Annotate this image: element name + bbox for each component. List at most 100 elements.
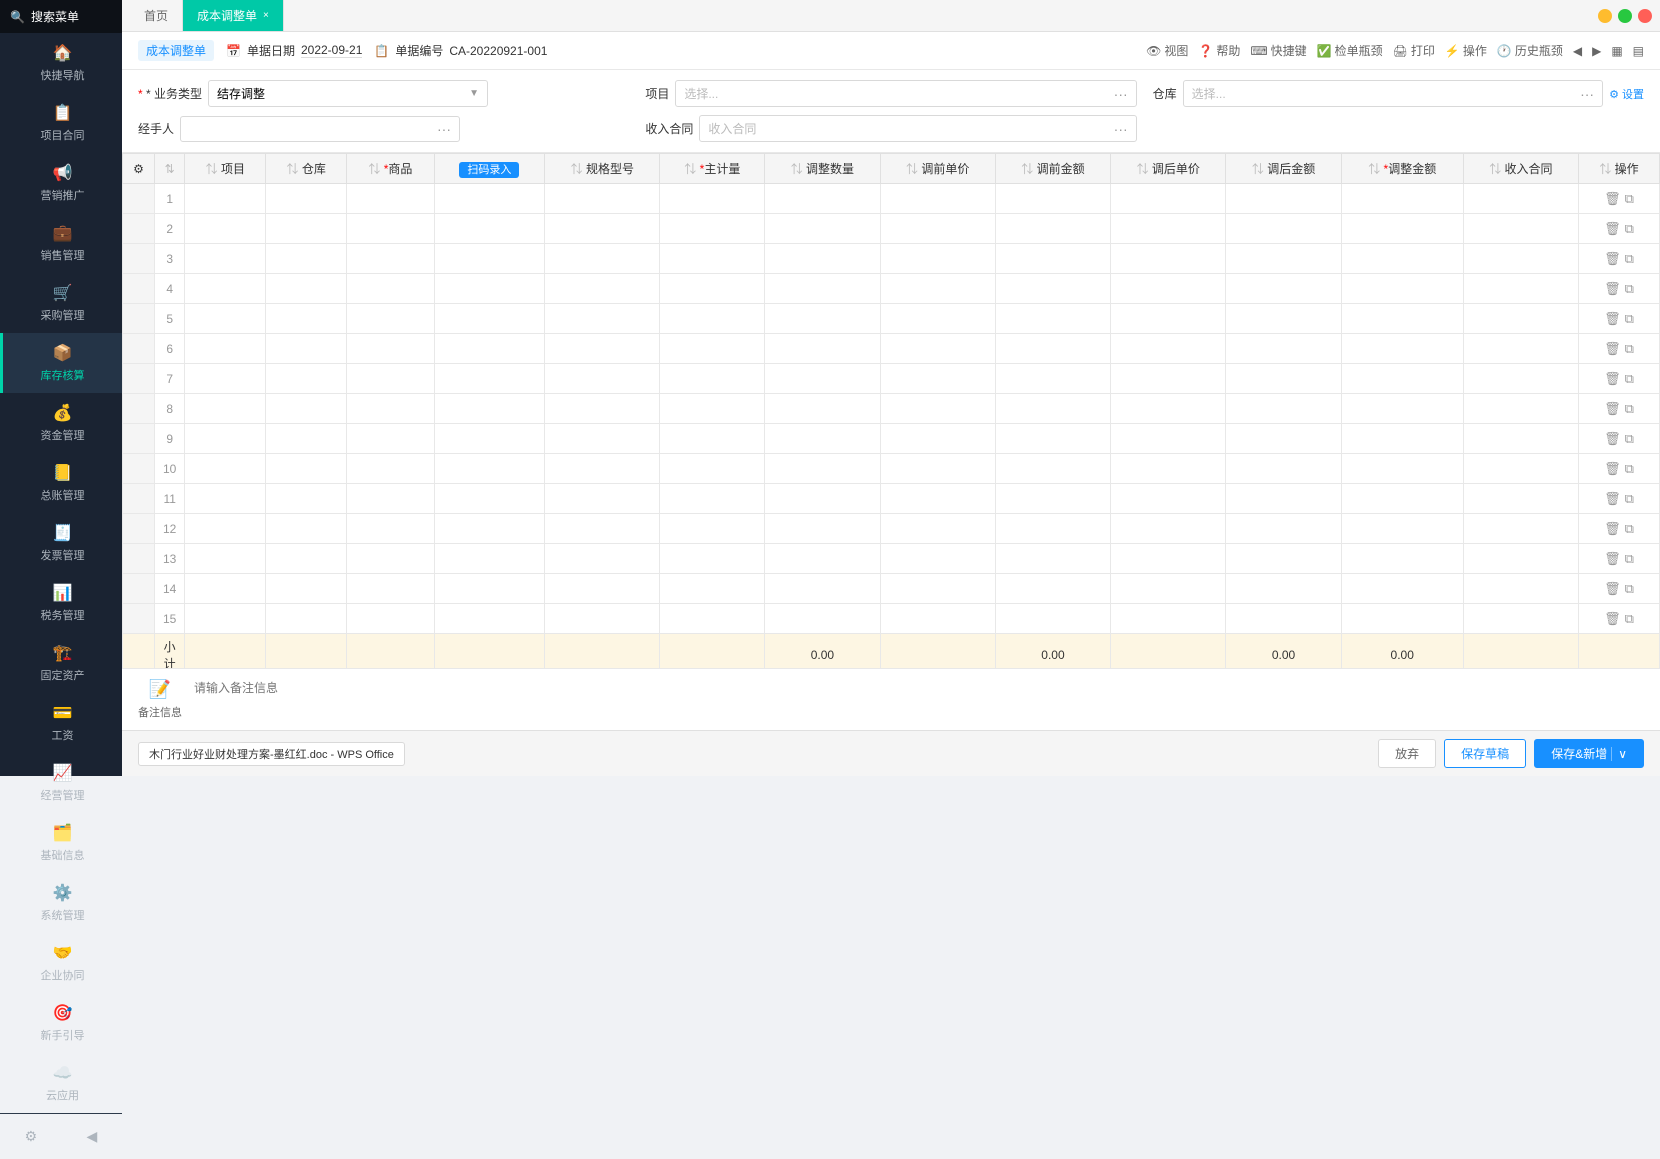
row-copy-icon-13[interactable]: ⧉ [1625,551,1634,567]
sidebar-item-fixed-assets[interactable]: 🏗️ 固定资产 [0,633,122,693]
row-copy-icon-6[interactable]: ⧉ [1625,341,1634,357]
row-delete-icon-10[interactable]: 🗑 [1604,461,1621,477]
col-sort-icon-after-price[interactable]: ⇅ [1137,162,1149,176]
row-copy-icon-14[interactable]: ⧉ [1625,581,1634,597]
row-delete-icon-4[interactable]: 🗑 [1604,281,1621,297]
sidebar-item-sys-settings[interactable]: ⚙️ 系统管理 [0,873,122,933]
row-copy-icon-15[interactable]: ⧉ [1625,611,1634,627]
col-sort-icon-product[interactable]: ⇅ [368,162,380,176]
col-sort-icon-unit[interactable]: ⇅ [684,162,696,176]
sidebar-item-ledger-mgmt[interactable]: 📒 总账管理 [0,453,122,513]
row-delete-icon-12[interactable]: 🗑 [1604,521,1621,537]
sidebar-item-inventory-calc[interactable]: 📦 库存核算 [0,333,122,393]
sidebar-item-new-guide[interactable]: 🎯 新手引导 [0,993,122,1053]
settings-bottom-icon[interactable]: ⚙ [17,1124,46,1149]
sidebar-item-quick-nav[interactable]: 🏠 快捷导航 [0,33,122,93]
col-sort-icon-project[interactable]: ⇅ [206,162,218,176]
row-delete-icon-14[interactable]: 🗑 [1604,581,1621,597]
income-contract-dots-icon[interactable]: ··· [1114,121,1128,137]
row-copy-icon-2[interactable]: ⧉ [1625,221,1634,237]
row-copy-icon-5[interactable]: ⧉ [1625,311,1634,327]
sidebar-item-ops-mgmt[interactable]: 📈 经营管理 [0,753,122,813]
sidebar-item-basic-info[interactable]: 🗂️ 基础信息 [0,813,122,873]
row-copy-icon-1[interactable]: ⧉ [1625,191,1634,207]
row-delete-icon-2[interactable]: 🗑 [1604,221,1621,237]
row-copy-icon-10[interactable]: ⧉ [1625,461,1634,477]
header-action-check-audit[interactable]: ✅检单瓶颈 [1317,42,1383,59]
project-input[interactable]: 选择... ··· [675,80,1136,107]
row-delete-icon-1[interactable]: 🗑 [1604,191,1621,207]
sidebar-item-sales-mgmt[interactable]: 💼 销售管理 [0,213,122,273]
discard-button[interactable]: 放弃 [1378,739,1436,768]
row-copy-icon-7[interactable]: ⧉ [1625,371,1634,387]
row-copy-icon-4[interactable]: ⧉ [1625,281,1634,297]
settings-link[interactable]: ⚙ 设置 [1609,86,1644,102]
col-sort-icon-after-amount[interactable]: ⇅ [1252,162,1264,176]
row-delete-icon-13[interactable]: 🗑 [1604,551,1621,567]
sidebar-search[interactable]: 🔍 搜索菜单 [0,0,122,33]
settings-col-icon[interactable]: ⚙ [133,162,144,176]
header-action-shortcut[interactable]: ⌨快捷键 [1250,42,1306,59]
col-sort-icon-row-num[interactable]: ⇅ [165,162,175,176]
header-action-operations[interactable]: ⚡操作 [1445,42,1487,59]
sidebar-item-project-contract[interactable]: 📋 项目合同 [0,93,122,153]
minimize-button[interactable] [1598,9,1612,23]
sidebar-item-purchase-mgmt[interactable]: 🛒 采购管理 [0,273,122,333]
biz-type-input[interactable]: 结存调整 ▼ [208,80,488,107]
income-contract-input[interactable]: 收入合同 ··· [699,115,1136,142]
col-sort-icon-spec-type[interactable]: ⇅ [571,162,583,176]
tab-cost-adjust[interactable]: 成本调整单× [183,0,284,31]
maximize-button[interactable] [1618,9,1632,23]
row-delete-icon-5[interactable]: 🗑 [1604,311,1621,327]
header-action-help[interactable]: ❓帮助 [1198,42,1240,59]
form-date-value[interactable]: 2022-09-21 [301,43,362,58]
header-action-print[interactable]: 🖨打印 [1393,42,1435,59]
sidebar-item-cloud-app[interactable]: ☁️ 云应用 [0,1053,122,1113]
row-delete-icon-6[interactable]: 🗑 [1604,341,1621,357]
sidebar-item-sales-promotion[interactable]: 📢 营销推广 [0,153,122,213]
sidebar-item-tax-mgmt[interactable]: 📊 税务管理 [0,573,122,633]
row-copy-icon-12[interactable]: ⧉ [1625,521,1634,537]
warehouse-dots-icon[interactable]: ··· [1580,86,1594,102]
row-delete-icon-11[interactable]: 🗑 [1604,491,1621,507]
header-action-grid1[interactable]: ▦ [1611,44,1622,58]
save-draft-button[interactable]: 保存草稿 [1444,739,1526,768]
header-action-view[interactable]: 👁视图 [1146,42,1188,59]
row-delete-icon-8[interactable]: 🗑 [1604,401,1621,417]
sidebar-item-finance-mgmt[interactable]: 💰 资金管理 [0,393,122,453]
taskbar-wps-item[interactable]: 木门行业好业财处理方案-墨红红.doc - WPS Office [138,742,405,766]
col-sort-icon-adjust-qty[interactable]: ⇅ [791,162,803,176]
save-arrow-icon[interactable]: ∨ [1611,747,1627,761]
col-sort-icon-before-amount[interactable]: ⇅ [1021,162,1033,176]
row-copy-icon-8[interactable]: ⧉ [1625,401,1634,417]
sidebar-item-invoice-mgmt[interactable]: 🧾 发票管理 [0,513,122,573]
scan-btn[interactable]: 扫码录入 [459,162,519,178]
header-action-prev[interactable]: ◀ [1573,44,1582,58]
row-delete-icon-7[interactable]: 🗑 [1604,371,1621,387]
row-delete-icon-3[interactable]: 🗑 [1604,251,1621,267]
row-copy-icon-9[interactable]: ⧉ [1625,431,1634,447]
handler-dots-icon[interactable]: ··· [437,121,451,137]
row-delete-icon-9[interactable]: 🗑 [1604,431,1621,447]
row-copy-icon-11[interactable]: ⧉ [1625,491,1634,507]
handler-input[interactable]: ··· [180,116,460,142]
tab-home[interactable]: 首页 [130,0,183,31]
close-button[interactable] [1638,9,1652,23]
header-action-history[interactable]: 🕐历史瓶颈 [1497,42,1563,59]
project-dots-icon[interactable]: ··· [1114,86,1128,102]
sidebar-item-payroll[interactable]: 💳 工资 [0,693,122,753]
toggle-sidebar-icon[interactable]: ◀ [79,1124,106,1149]
col-sort-icon-income-contract[interactable]: ⇅ [1489,162,1501,176]
col-sort-icon-operation[interactable]: ⇅ [1599,162,1611,176]
col-sort-icon-warehouse[interactable]: ⇅ [286,162,298,176]
row-delete-icon-15[interactable]: 🗑 [1604,611,1621,627]
col-sort-icon-before-price[interactable]: ⇅ [906,162,918,176]
notes-input[interactable] [194,679,1644,695]
sidebar-item-biz-collab[interactable]: 🤝 企业协同 [0,933,122,993]
col-sort-icon-adjust-amount[interactable]: ⇅ [1368,162,1380,176]
save-new-button[interactable]: 保存&新增 ∨ [1534,739,1644,768]
header-action-next[interactable]: ▶ [1592,44,1601,58]
warehouse-input[interactable]: 选择... ··· [1183,80,1603,107]
header-action-grid2[interactable]: ▤ [1633,44,1644,58]
row-copy-icon-3[interactable]: ⧉ [1625,251,1634,267]
